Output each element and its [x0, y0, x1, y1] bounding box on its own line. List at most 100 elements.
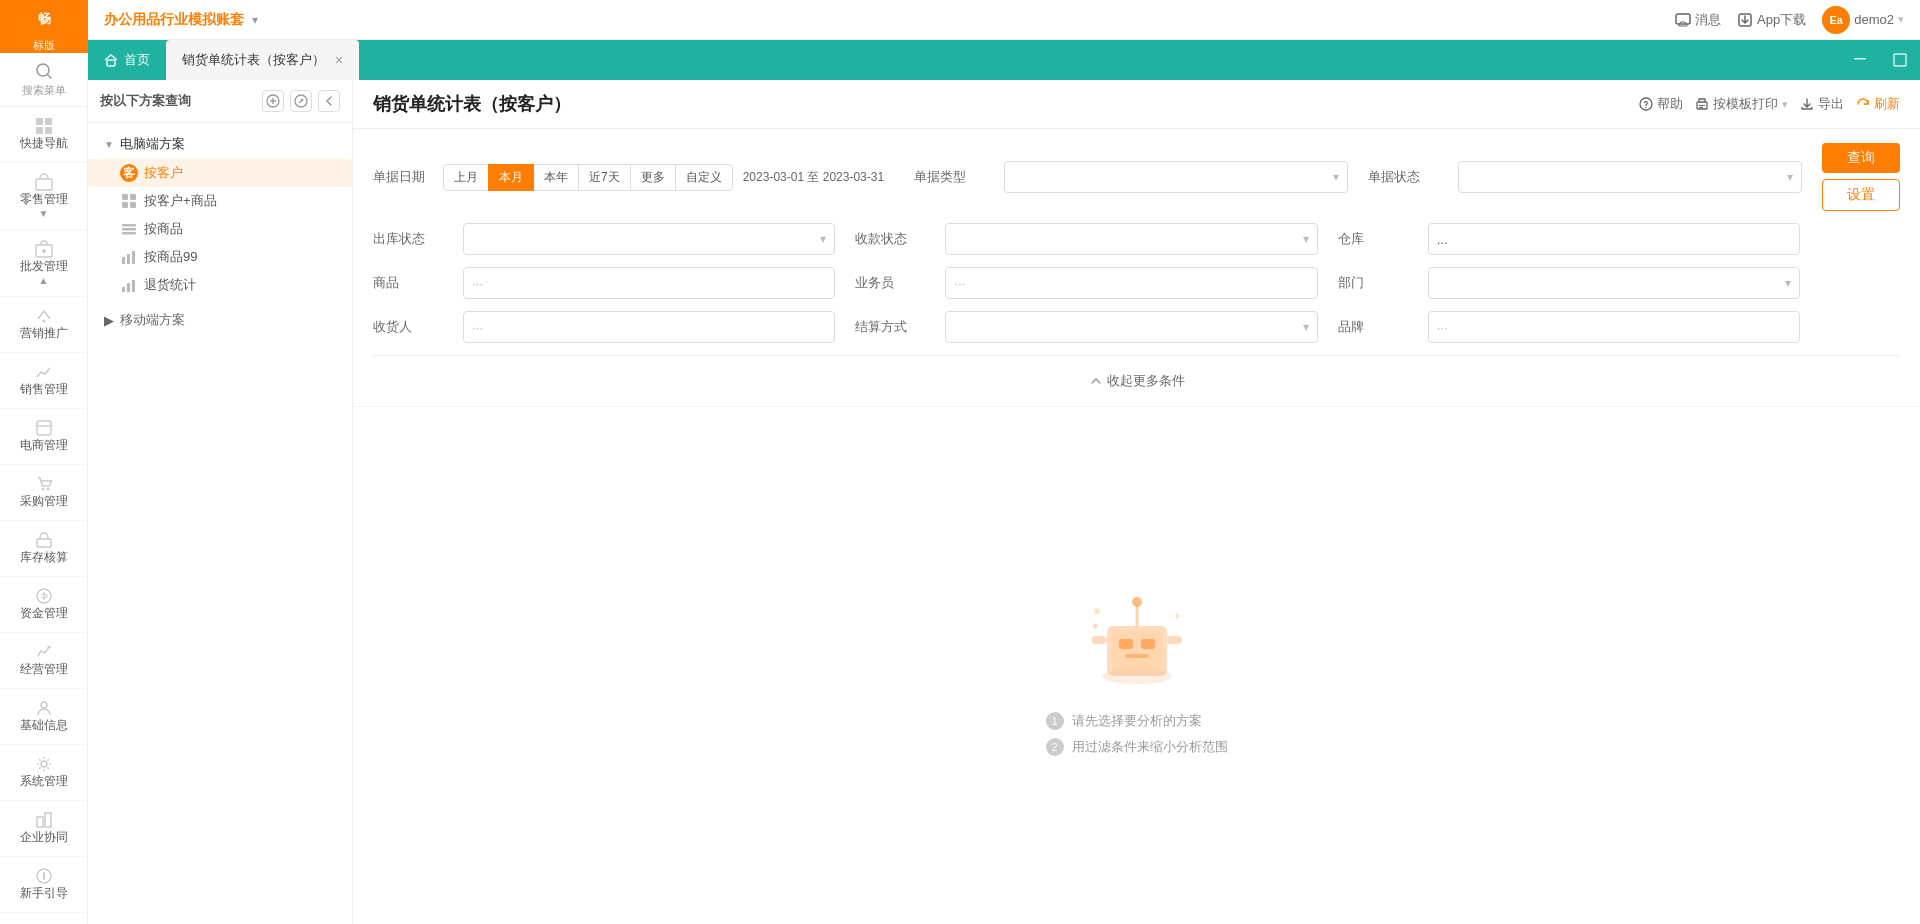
sidebar-item-newbie[interactable]: 新手引导	[0, 857, 87, 913]
app-logo[interactable]: 畅 标版	[0, 0, 88, 53]
collapse-row: 收起更多条件	[373, 355, 1900, 406]
wholesale-label: 批发管理	[20, 258, 68, 275]
mobile-scheme-group[interactable]: ▶ 移动端方案	[88, 305, 352, 335]
receiver-input[interactable]: ···	[463, 311, 835, 343]
goods-input[interactable]: ···	[463, 267, 835, 299]
tab-expand-btn[interactable]	[1880, 40, 1920, 80]
inventory-label: 库存核算	[20, 549, 68, 566]
scheme-return-stats[interactable]: 退货统计	[88, 271, 352, 299]
sidebar-item-operations[interactable]: 经营管理	[0, 633, 87, 689]
export-icon	[1800, 97, 1814, 111]
svg-point-11	[42, 320, 45, 323]
app-selector[interactable]: 办公用品行业模拟账套	[104, 11, 244, 29]
svg-rect-59	[1125, 654, 1149, 658]
sidebar-item-appstore[interactable]: 应用中心	[0, 913, 87, 924]
left-panel-title: 按以下方案查询	[100, 92, 191, 110]
sidebar-item-wholesale[interactable]: 批发管理 ▲	[0, 230, 87, 297]
user-menu[interactable]: Ea demo2 ▾	[1822, 6, 1904, 34]
main-area: 办公用品行业模拟账套 ▾ 消息 App下载 Ea demo2 ▾	[88, 0, 1920, 924]
bill-status-col: 单据状态 ▾	[1368, 161, 1802, 193]
collapse-panel-btn[interactable]	[318, 90, 340, 112]
svg-rect-36	[122, 194, 128, 200]
download-btn[interactable]: App下载	[1737, 11, 1806, 29]
collapse-btn[interactable]: 收起更多条件	[1089, 366, 1185, 396]
collapse-icon	[322, 94, 336, 108]
system-icon	[35, 755, 53, 773]
sidebar-item-basic[interactable]: 基础信息	[0, 689, 87, 745]
sidebar-item-finance[interactable]: 资金管理	[0, 577, 87, 633]
ship-status-select[interactable]: ▾	[463, 223, 835, 255]
help-btn[interactable]: 帮助	[1639, 95, 1683, 113]
wholesale-arrow: ▲	[39, 275, 49, 286]
last-month-btn[interactable]: 上月	[443, 164, 489, 191]
sidebar-item-inventory[interactable]: 库存核算	[0, 521, 87, 577]
svg-rect-38	[122, 202, 128, 208]
filter-row-2: 出库状态 ▾ 收款状态 ▾ 仓库	[373, 223, 1900, 255]
ship-status-arrow: ▾	[820, 232, 826, 246]
payment-status-select[interactable]: ▾	[945, 223, 1317, 255]
retail-arrow: ▼	[39, 208, 49, 219]
app-selector-dropdown[interactable]: ▾	[252, 13, 258, 27]
empty-state: 1 请先选择要分析的方案 2 用过滤条件来缩小分析范围	[353, 407, 1920, 924]
username: demo2	[1854, 12, 1894, 27]
basic-label: 基础信息	[20, 717, 68, 734]
left-panel-actions	[262, 90, 340, 112]
svg-rect-58	[1141, 639, 1155, 649]
sidebar-item-purchase[interactable]: 采购管理	[0, 465, 87, 521]
edit-scheme-btn[interactable]	[290, 90, 312, 112]
tab-close-icon[interactable]: ×	[335, 52, 343, 68]
refresh-btn[interactable]: 刷新	[1856, 95, 1900, 113]
svg-rect-56	[1112, 631, 1162, 671]
add-scheme-btn[interactable]	[262, 90, 284, 112]
sidebar-search[interactable]: 搜索菜单	[0, 53, 87, 107]
scheme-by-customer-goods[interactable]: 按客户+商品	[88, 187, 352, 215]
svg-rect-12	[37, 421, 51, 435]
this-year-btn[interactable]: 本年	[533, 164, 579, 191]
export-btn[interactable]: 导出	[1800, 95, 1844, 113]
tab-home[interactable]: 首页	[88, 40, 166, 80]
bill-type-select[interactable]: ▾	[1004, 161, 1348, 193]
svg-rect-39	[130, 202, 136, 208]
custom-btn[interactable]: 自定义	[675, 164, 733, 191]
svg-rect-45	[132, 251, 135, 264]
settings-btn[interactable]: 设置	[1822, 179, 1900, 211]
bill-status-select[interactable]: ▾	[1458, 161, 1802, 193]
page-title: 销货单统计表（按客户）	[373, 92, 571, 128]
tab-sales-stats[interactable]: 销货单统计表（按客户） ×	[166, 40, 359, 80]
department-select[interactable]: ▾	[1428, 267, 1800, 299]
svg-point-17	[47, 646, 50, 649]
print-btn[interactable]: 按模板打印 ▾	[1695, 95, 1788, 113]
date-filter-col: 单据日期 上月 本月 本年 近7天 更多 自定义 2023-03-01 至 20…	[373, 164, 884, 191]
this-month-btn[interactable]: 本月	[488, 164, 534, 191]
mobile-group-label: 移动端方案	[120, 311, 185, 329]
svg-rect-31	[107, 60, 115, 66]
sidebar-item-retail[interactable]: 零售管理 ▼	[0, 163, 87, 230]
payment-status-col: 收款状态 ▾	[855, 223, 1317, 255]
desktop-scheme-title[interactable]: ▼ 电脑端方案	[88, 129, 352, 159]
sidebar-item-sales[interactable]: 销售管理	[0, 353, 87, 409]
customer-icon: 客	[120, 164, 138, 182]
message-btn[interactable]: 消息	[1675, 11, 1721, 29]
scheme-by-goods-99[interactable]: 按商品99	[88, 243, 352, 271]
marketing-icon	[35, 307, 53, 325]
left-panel-header: 按以下方案查询	[88, 80, 352, 123]
sidebar-item-shortcut[interactable]: 快捷导航	[0, 107, 87, 163]
print-dropdown[interactable]: ▾	[1782, 98, 1788, 111]
last-7-btn[interactable]: 近7天	[578, 164, 631, 191]
brand-input[interactable]: ···	[1428, 311, 1800, 343]
message-label: 消息	[1695, 11, 1721, 29]
settlement-select[interactable]: ▾	[945, 311, 1317, 343]
scheme-by-customer[interactable]: 客 按客户	[88, 159, 352, 187]
warehouse-input[interactable]: ...	[1428, 223, 1800, 255]
more-btn[interactable]: 更多	[630, 164, 676, 191]
salesperson-input[interactable]: ···	[945, 267, 1317, 299]
scheme-by-goods[interactable]: 按商品	[88, 215, 352, 243]
tab-minimize-btn[interactable]	[1840, 40, 1880, 80]
sidebar-item-system[interactable]: 系统管理	[0, 745, 87, 801]
query-btn[interactable]: 查询	[1822, 143, 1900, 173]
sidebar-item-marketing[interactable]: 营销推广	[0, 297, 87, 353]
sidebar-item-ecommerce[interactable]: 电商管理	[0, 409, 87, 465]
bill-type-col: 单据类型 ▾	[914, 161, 1348, 193]
sidebar-item-enterprise[interactable]: 企业协同	[0, 801, 87, 857]
goods-col: 商品 ···	[373, 267, 835, 299]
